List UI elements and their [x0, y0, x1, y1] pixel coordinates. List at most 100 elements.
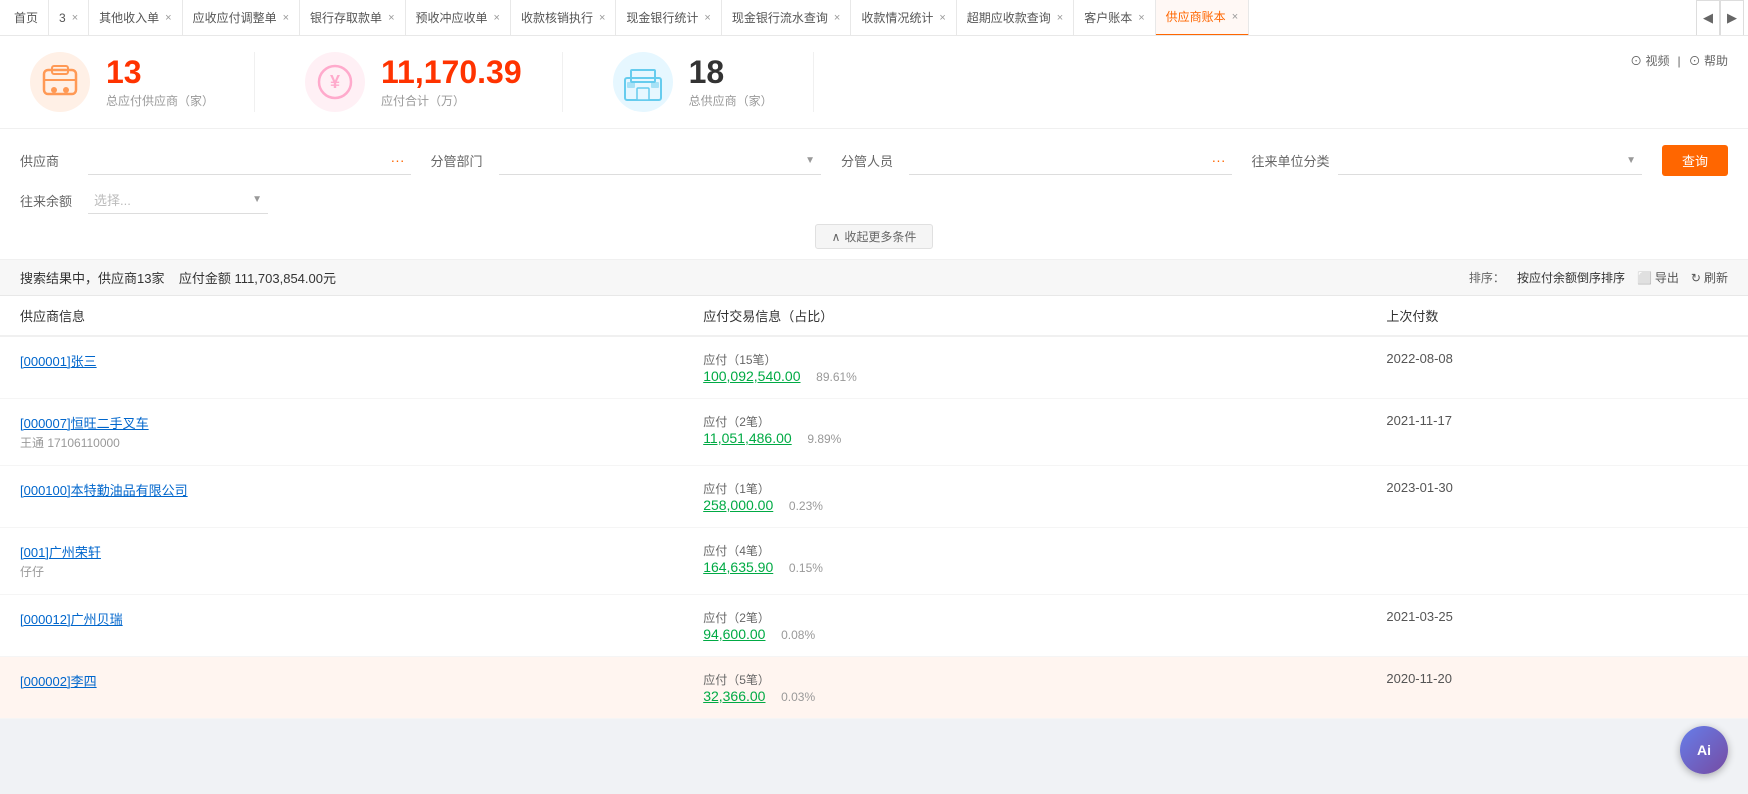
trans-percent-0: 89.61% — [816, 370, 857, 384]
nav-right-arrow[interactable]: ▶ — [1720, 0, 1744, 36]
nav-tab-ar-ap-adjust[interactable]: 应收应付调整单 × — [183, 0, 300, 36]
refresh-button[interactable]: ↻ 刷新 — [1691, 269, 1728, 286]
filter-balance-placeholder: 选择... — [94, 190, 131, 209]
link-divider: | — [1678, 54, 1681, 68]
filter-row-2: 往来余额 选择... ▼ — [20, 186, 1728, 214]
filter-person-input[interactable] — [915, 153, 1212, 168]
supplier-info-1: [000007]恒旺二手叉车 王通 17106110000 — [20, 413, 703, 451]
filter-category-input-wrapper[interactable]: ▼ — [1338, 147, 1642, 175]
nav-tab-overdue[interactable]: 超期应收款查询 × — [957, 0, 1074, 36]
collapse-button[interactable]: ∧ 收起更多条件 — [815, 224, 934, 249]
filter-category-input[interactable] — [1344, 153, 1627, 168]
filter-supplier-input[interactable] — [94, 153, 391, 168]
query-button[interactable]: 查询 — [1662, 145, 1728, 176]
filter-dept-input-wrapper[interactable]: ▼ — [499, 147, 822, 175]
stat-block-total: 18 总供应商（家） — [603, 52, 814, 112]
nav-tab-receipt-verify-close[interactable]: × — [599, 12, 605, 24]
nav-tab-bank-deposit[interactable]: 银行存取款单 × — [300, 0, 405, 36]
trans-amount-0[interactable]: 100,092,540.00 — [703, 368, 800, 384]
trans-amount-2[interactable]: 258,000.00 — [703, 497, 773, 513]
main-content: 13 总应付供应商（家） ¥ 11,170.39 应付合计（万） — [0, 36, 1748, 794]
nav-tab-cash-flow-close[interactable]: × — [834, 12, 840, 24]
filter-category: 往来单位分类 ▼ — [1252, 147, 1643, 175]
supplier-code-0: [000001] — [20, 354, 71, 369]
trans-amount-5[interactable]: 32,366.00 — [703, 688, 765, 704]
nav-tab-ar-ap-close[interactable]: × — [283, 12, 289, 24]
filter-person-input-wrapper[interactable]: ··· — [909, 147, 1232, 175]
nav-tab-home[interactable]: 首页 — [4, 0, 49, 36]
supplier-link-4[interactable]: [000012]广州贝瑞 — [20, 609, 703, 628]
trans-amount-4[interactable]: 94,600.00 — [703, 626, 765, 642]
nav-tab-receipt-verify-label: 收款核销执行 — [521, 9, 593, 26]
filter-person: 分管人员 ··· — [841, 147, 1232, 175]
stats-header: 13 总应付供应商（家） ¥ 11,170.39 应付合计（万） — [0, 36, 1748, 129]
supplier-link-1[interactable]: [000007]恒旺二手叉车 — [20, 413, 703, 432]
nav-tab-cash-bank-stat-close[interactable]: × — [704, 12, 710, 24]
stat-info-suppliers: 13 总应付供应商（家） — [106, 56, 214, 109]
supplier-code-1: [000007] — [20, 416, 71, 431]
nav-tab-overdue-close[interactable]: × — [1057, 12, 1063, 24]
trans-info-5: 应付（5笔） 32,366.00 0.03% — [703, 671, 1386, 704]
table-row: [000001]张三 应付（15笔） 100,092,540.00 89.61%… — [0, 337, 1748, 399]
nav-tab-cash-bank-stat[interactable]: 现金银行统计 × — [616, 0, 721, 36]
result-amount-text: 应付金额 111,703,854.00元 — [179, 271, 336, 286]
nav-tab-customer-label: 客户账本 — [1084, 9, 1132, 26]
nav-tab-receipt-stat[interactable]: 收款情况统计 × — [851, 0, 956, 36]
nav-tab-receipt-verify[interactable]: 收款核销执行 × — [511, 0, 616, 36]
stat-value-suppliers: 13 — [106, 56, 214, 88]
result-info-text: 搜索结果中，供应商13家 — [20, 271, 164, 286]
refresh-icon: ↻ — [1691, 271, 1701, 285]
supplier-info-2: [000100]本特勤油品有限公司 — [20, 480, 703, 499]
filter-balance-input-wrapper[interactable]: 选择... ▼ — [88, 186, 268, 214]
nav-tab-prepaid-close[interactable]: × — [494, 12, 500, 24]
nav-tab-customer-close[interactable]: × — [1138, 12, 1144, 24]
video-icon: ⊙ — [1630, 54, 1642, 68]
nav-tab-cash-flow[interactable]: 现金银行流水查询 × — [722, 0, 851, 36]
supplier-name-2: 本特勤油品有限公司 — [71, 483, 188, 498]
trans-info-2: 应付（1笔） 258,000.00 0.23% — [703, 480, 1386, 513]
trans-label-0: 应付（15笔） — [703, 351, 1386, 368]
collapse-bar: ∧ 收起更多条件 — [20, 224, 1728, 249]
nav-tab-receipt-stat-close[interactable]: × — [939, 12, 945, 24]
nav-tab-3[interactable]: 3 × — [49, 0, 89, 36]
supplier-info-4: [000012]广州贝瑞 — [20, 609, 703, 628]
filter-balance-label: 往来余额 — [20, 191, 80, 210]
trans-amount-3[interactable]: 164,635.90 — [703, 559, 773, 575]
supplier-name-3: 广州荣轩 — [49, 545, 101, 560]
collapse-label: 收起更多条件 — [844, 228, 916, 245]
supplier-dots: ··· — [391, 152, 405, 168]
sort-value[interactable]: 按应付余额倒序排序 — [1517, 269, 1625, 286]
nav-left-arrow[interactable]: ◀ — [1696, 0, 1720, 36]
dept-dropdown-icon: ▼ — [805, 155, 815, 166]
nav-tab-bank-close[interactable]: × — [388, 12, 394, 24]
ai-button[interactable]: Ai — [1680, 726, 1728, 774]
top-navigation: 首页 3 × 其他收入单 × 应收应付调整单 × 银行存取款单 × 预收冲应收单… — [0, 0, 1748, 36]
stat-icon-total — [613, 52, 673, 112]
video-link[interactable]: ⊙ 视频 — [1630, 52, 1669, 69]
supplier-link-5[interactable]: [000002]李四 — [20, 671, 703, 690]
nav-tab-customer-ledger[interactable]: 客户账本 × — [1074, 0, 1155, 36]
trans-label-2: 应付（1笔） — [703, 480, 1386, 497]
filter-dept-input[interactable] — [505, 153, 806, 168]
nav-tab-prepaid-label: 预收冲应收单 — [416, 9, 488, 26]
nav-tab-3-close[interactable]: × — [72, 12, 78, 24]
stat-value-amount: 11,170.39 — [381, 56, 522, 88]
export-button[interactable]: ⬜ 导出 — [1637, 269, 1679, 286]
help-link[interactable]: ⊙ 帮助 — [1689, 52, 1728, 69]
nav-tab-supplier-close[interactable]: × — [1232, 11, 1238, 23]
last-date-0: 2022-08-08 — [1386, 351, 1728, 366]
nav-tab-other-income[interactable]: 其他收入单 × — [89, 0, 182, 36]
nav-tab-other-income-close[interactable]: × — [165, 12, 171, 24]
filter-supplier-input-wrapper[interactable]: ··· — [88, 147, 411, 175]
nav-tab-prepaid[interactable]: 预收冲应收单 × — [406, 0, 511, 36]
nav-tab-cash-flow-label: 现金银行流水查询 — [732, 9, 828, 26]
filter-supplier-label: 供应商 — [20, 151, 80, 170]
supplier-link-2[interactable]: [000100]本特勤油品有限公司 — [20, 480, 703, 499]
last-date-2: 2023-01-30 — [1386, 480, 1728, 495]
person-dots: ··· — [1212, 152, 1226, 168]
nav-tab-supplier-ledger[interactable]: 供应商账本 × — [1156, 0, 1249, 36]
supplier-link-0[interactable]: [000001]张三 — [20, 351, 703, 370]
last-date-4: 2021-03-25 — [1386, 609, 1728, 624]
trans-amount-1[interactable]: 11,051,486.00 — [703, 430, 792, 446]
supplier-link-3[interactable]: [001]广州荣轩 — [20, 542, 703, 561]
